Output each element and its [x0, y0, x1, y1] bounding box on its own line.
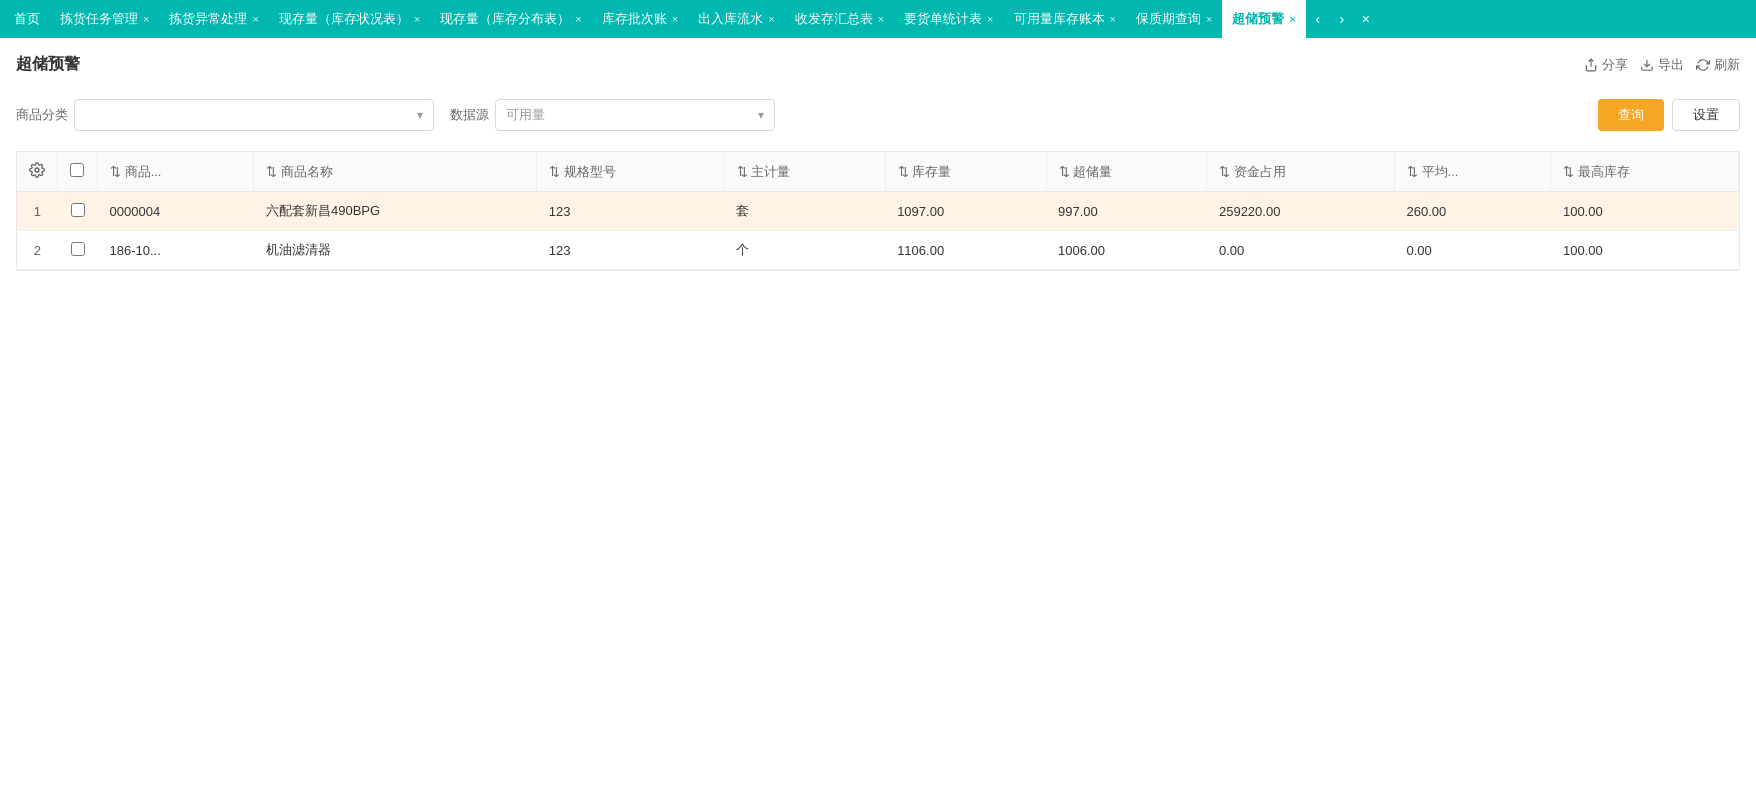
col-capital: ⇅ 资金占用: [1207, 152, 1395, 192]
page-container: 超储预警 分享 导出 刷新 商品分类 ▾ 数据源: [0, 38, 1756, 800]
col-product-code: ⇅ 商品...: [98, 152, 254, 192]
nav-bar: 首页 拣货任务管理 × 拣货异常处理 × 现存量（库存状况表） × 现存量（库存…: [0, 0, 1756, 38]
select-all-checkbox[interactable]: [70, 163, 84, 177]
avg: 0.00: [1394, 231, 1550, 270]
category-select[interactable]: ▾: [74, 99, 434, 131]
product-code: 0000004: [98, 192, 254, 231]
nav-more-arrow[interactable]: ×: [1354, 0, 1378, 38]
refresh-button[interactable]: 刷新: [1696, 56, 1740, 74]
close-icon[interactable]: ×: [414, 13, 420, 25]
col-settings: [17, 152, 58, 192]
chevron-down-icon: ▾: [758, 108, 764, 122]
page-header: 超储预警 分享 导出 刷新: [16, 54, 1740, 75]
col-max-stock: ⇅ 最高库存: [1551, 152, 1739, 192]
nav-item-10[interactable]: 保质期查询 ×: [1126, 0, 1222, 38]
row-checkbox[interactable]: [71, 242, 85, 256]
nav-item-9[interactable]: 可用量库存账本 ×: [1004, 0, 1126, 38]
nav-item-5[interactable]: 库存批次账 ×: [592, 0, 688, 38]
unit: 个: [724, 231, 885, 270]
close-icon[interactable]: ×: [252, 13, 258, 25]
nav-item-11-active[interactable]: 超储预警 ×: [1222, 0, 1305, 38]
col-unit: ⇅ 主计量: [724, 152, 885, 192]
row-checkbox[interactable]: [71, 203, 85, 217]
gear-icon[interactable]: [29, 162, 45, 178]
col-overstock: ⇅ 超储量: [1046, 152, 1207, 192]
data-table: ⇅ 商品... ⇅ 商品名称 ⇅ 规格型号 ⇅ 主计量: [17, 152, 1739, 270]
datasource-filter: 数据源 可用量 ▾: [450, 99, 775, 131]
category-label: 商品分类: [16, 106, 68, 124]
query-button[interactable]: 查询: [1598, 99, 1664, 131]
spec: 123: [537, 231, 725, 270]
col-spec: ⇅ 规格型号: [537, 152, 725, 192]
header-actions: 分享 导出 刷新: [1584, 56, 1740, 74]
close-icon[interactable]: ×: [1289, 13, 1295, 25]
max-stock: 100.00: [1551, 231, 1739, 270]
chevron-down-icon: ▾: [417, 108, 423, 122]
category-filter: 商品分类 ▾: [16, 99, 434, 131]
col-checkbox: [58, 152, 98, 192]
filter-bar: 商品分类 ▾ 数据源 可用量 ▾ 查询 设置: [16, 91, 1740, 139]
overstock: 1006.00: [1046, 231, 1207, 270]
col-product-name: ⇅ 商品名称: [254, 152, 537, 192]
nav-item-6[interactable]: 出入库流水 ×: [688, 0, 784, 38]
export-icon: [1640, 58, 1654, 72]
col-avg: ⇅ 平均...: [1394, 152, 1550, 192]
nav-next-arrow[interactable]: ›: [1330, 0, 1354, 38]
stock: 1106.00: [885, 231, 1046, 270]
stock: 1097.00: [885, 192, 1046, 231]
max-stock: 100.00: [1551, 192, 1739, 231]
export-button[interactable]: 导出: [1640, 56, 1684, 74]
svg-point-2: [35, 168, 39, 172]
product-name: 机油滤清器: [254, 231, 537, 270]
close-icon[interactable]: ×: [878, 13, 884, 25]
nav-item-1[interactable]: 拣货任务管理 ×: [50, 0, 159, 38]
row-checkbox-cell: [58, 192, 98, 231]
product-code: 186-10...: [98, 231, 254, 270]
nav-item-7[interactable]: 收发存汇总表 ×: [785, 0, 894, 38]
datasource-label: 数据源: [450, 106, 489, 124]
close-icon[interactable]: ×: [672, 13, 678, 25]
unit: 套: [724, 192, 885, 231]
datasource-select[interactable]: 可用量 ▾: [495, 99, 775, 131]
table-row: 1 0000004 六配套新昌490BPG 123 套 1097.00 997.…: [17, 192, 1739, 231]
table-row: 2 186-10... 机油滤清器 123 个 1106.00 1006.00 …: [17, 231, 1739, 270]
nav-item-home[interactable]: 首页: [4, 0, 50, 38]
nav-item-8[interactable]: 要货单统计表 ×: [894, 0, 1003, 38]
col-stock: ⇅ 库存量: [885, 152, 1046, 192]
avg: 260.00: [1394, 192, 1550, 231]
nav-item-3[interactable]: 现存量（库存状况表） ×: [269, 0, 430, 38]
product-name: 六配套新昌490BPG: [254, 192, 537, 231]
share-icon: [1584, 58, 1598, 72]
table-header-row: ⇅ 商品... ⇅ 商品名称 ⇅ 规格型号 ⇅ 主计量: [17, 152, 1739, 192]
row-checkbox-cell: [58, 231, 98, 270]
close-icon[interactable]: ×: [768, 13, 774, 25]
nav-item-4[interactable]: 现存量（库存分布表） ×: [430, 0, 591, 38]
nav-prev-arrow[interactable]: ‹: [1306, 0, 1330, 38]
overstock: 997.00: [1046, 192, 1207, 231]
close-icon[interactable]: ×: [575, 13, 581, 25]
close-icon[interactable]: ×: [1206, 13, 1212, 25]
close-icon[interactable]: ×: [987, 13, 993, 25]
row-number: 2: [17, 231, 58, 270]
settings-button[interactable]: 设置: [1672, 99, 1740, 131]
data-table-wrapper: ⇅ 商品... ⇅ 商品名称 ⇅ 规格型号 ⇅ 主计量: [16, 151, 1740, 271]
capital: 0.00: [1207, 231, 1395, 270]
share-button[interactable]: 分享: [1584, 56, 1628, 74]
row-number: 1: [17, 192, 58, 231]
close-icon[interactable]: ×: [1110, 13, 1116, 25]
capital: 259220.00: [1207, 192, 1395, 231]
table-body: 1 0000004 六配套新昌490BPG 123 套 1097.00 997.…: [17, 192, 1739, 270]
spec: 123: [537, 192, 725, 231]
refresh-icon: [1696, 58, 1710, 72]
filter-actions: 查询 设置: [1598, 99, 1740, 131]
page-title: 超储预警: [16, 54, 80, 75]
close-icon[interactable]: ×: [143, 13, 149, 25]
nav-item-2[interactable]: 拣货异常处理 ×: [159, 0, 268, 38]
